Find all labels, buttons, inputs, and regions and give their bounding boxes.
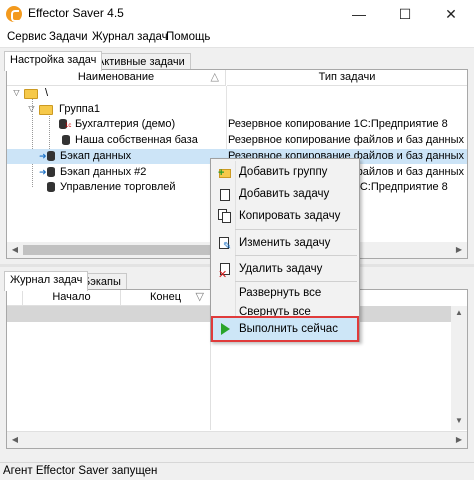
filter-icon[interactable]: ▽ (196, 290, 204, 305)
tree-item-type: Резервное копирование файлов и баз данны… (228, 134, 465, 146)
minimize-button[interactable]: — (336, 0, 382, 28)
menu-edit-task[interactable]: ✎ Изменить задачу (213, 232, 357, 254)
tree-item-label: Бухгалтерия (демо) (75, 118, 176, 130)
log-header-spacer (7, 290, 23, 306)
scroll-right-icon[interactable]: ▶ (452, 433, 466, 447)
delete-icon: ✕ (218, 262, 232, 281)
menu-run-now[interactable]: Выполнить сейчас (211, 316, 359, 342)
1c-badge-icon: 1c (65, 123, 72, 129)
scroll-down-icon[interactable]: ▼ (452, 414, 466, 428)
menu-tasks[interactable]: Задачи (49, 31, 88, 43)
vertical-scrollbar[interactable]: ▲ ▼ (451, 306, 467, 430)
sort-icon: △ (210, 71, 219, 83)
folder-icon (24, 89, 38, 99)
add-folder-icon: + (218, 165, 232, 179)
menu-item-label: Копировать задачу (239, 210, 341, 222)
menu-separator (235, 229, 357, 230)
scroll-left-icon[interactable]: ◀ (8, 243, 22, 257)
collapse-icon[interactable]: ▽ (12, 89, 21, 98)
arrow-icon: ➜ (39, 167, 47, 177)
menu-item-label: Выполнить сейчас (239, 323, 338, 335)
tab-task-log[interactable]: Журнал задач (4, 271, 89, 291)
menu-item-label: Добавить группу (239, 166, 328, 178)
scroll-left-icon[interactable]: ◀ (8, 433, 22, 447)
menu-separator (235, 255, 357, 256)
tab-task-settings[interactable]: Настройка задач (4, 51, 103, 71)
column-header-name-label: Наименование (77, 71, 155, 83)
folder-icon (39, 105, 53, 115)
menu-add-task[interactable]: Добавить задачу (213, 183, 357, 205)
menu-add-group[interactable]: + Добавить группу (213, 161, 357, 183)
tree-item-label: Наша собственная база (75, 134, 198, 146)
tree-row-group1[interactable]: ▽ Группа1 (7, 102, 467, 117)
tree-row-root[interactable]: ▽ \ (7, 86, 467, 101)
menu-bar: Сервис Задачи Журнал задач Помощь (0, 28, 474, 48)
column-header-type[interactable]: Тип задачи (227, 70, 467, 86)
log-header-end[interactable]: Конец ▽ (121, 290, 211, 306)
play-icon (218, 322, 232, 336)
horizontal-scrollbar[interactable]: ◀ ▶ (7, 431, 467, 448)
database-icon (62, 135, 70, 145)
database-icon (47, 167, 55, 177)
copy-icon (218, 209, 232, 223)
tree-item-label: Управление торговлей (60, 181, 176, 193)
menu-item-label: Удалить задачу (239, 263, 323, 275)
log-column-divider (7, 322, 211, 430)
status-bar: Агент Effector Saver запущен (0, 462, 474, 480)
edit-icon: ✎ (218, 236, 232, 252)
tree-item-label: \ (45, 87, 49, 99)
tree-row-task[interactable]: Наша собственная база Резервное копирова… (7, 133, 467, 148)
menu-task-log[interactable]: Журнал задач (92, 31, 168, 43)
menu-item-label: Изменить задачу (239, 237, 331, 249)
maximize-button[interactable]: ☐ (382, 0, 428, 28)
context-menu: + Добавить группу Добавить задачу Копиро… (210, 158, 360, 342)
menu-item-label: Добавить задачу (239, 188, 330, 200)
menu-service[interactable]: Сервис (7, 31, 46, 43)
scroll-thumb[interactable] (23, 245, 223, 255)
scroll-up-icon[interactable]: ▲ (452, 306, 466, 320)
title-bar: Effector Saver 4.5 — ☐ ✕ (0, 0, 474, 28)
menu-delete-task[interactable]: ✕ Удалить задачу (213, 258, 357, 281)
scroll-right-icon[interactable]: ▶ (452, 243, 466, 257)
app-logo-icon (6, 6, 22, 22)
database-icon (47, 151, 55, 161)
tree-item-label: Бэкап данных #2 (60, 166, 147, 178)
tree-item-type: Резервное копирование 1С:Предприятие 8 (228, 118, 448, 130)
log-header-start[interactable]: Начало (23, 290, 121, 306)
column-header-name[interactable]: Наименование △ (7, 70, 226, 86)
close-button[interactable]: ✕ (428, 0, 474, 28)
add-task-icon (218, 187, 232, 201)
window-title: Effector Saver 4.5 (28, 6, 124, 20)
collapse-icon[interactable]: ▽ (27, 105, 36, 114)
tree-item-label: Группа1 (59, 103, 100, 115)
database-icon (47, 182, 55, 192)
menu-help[interactable]: Помощь (166, 31, 210, 43)
arrow-icon: ➜ (39, 151, 47, 161)
tree-item-label: Бэкап данных (60, 150, 132, 162)
status-text: Агент Effector Saver запущен (3, 465, 158, 477)
menu-copy-task[interactable]: Копировать задачу (213, 205, 357, 227)
log-header-end-label: Конец (149, 291, 182, 303)
tree-row-task[interactable]: 1c Бухгалтерия (демо) Резервное копирова… (7, 117, 467, 132)
